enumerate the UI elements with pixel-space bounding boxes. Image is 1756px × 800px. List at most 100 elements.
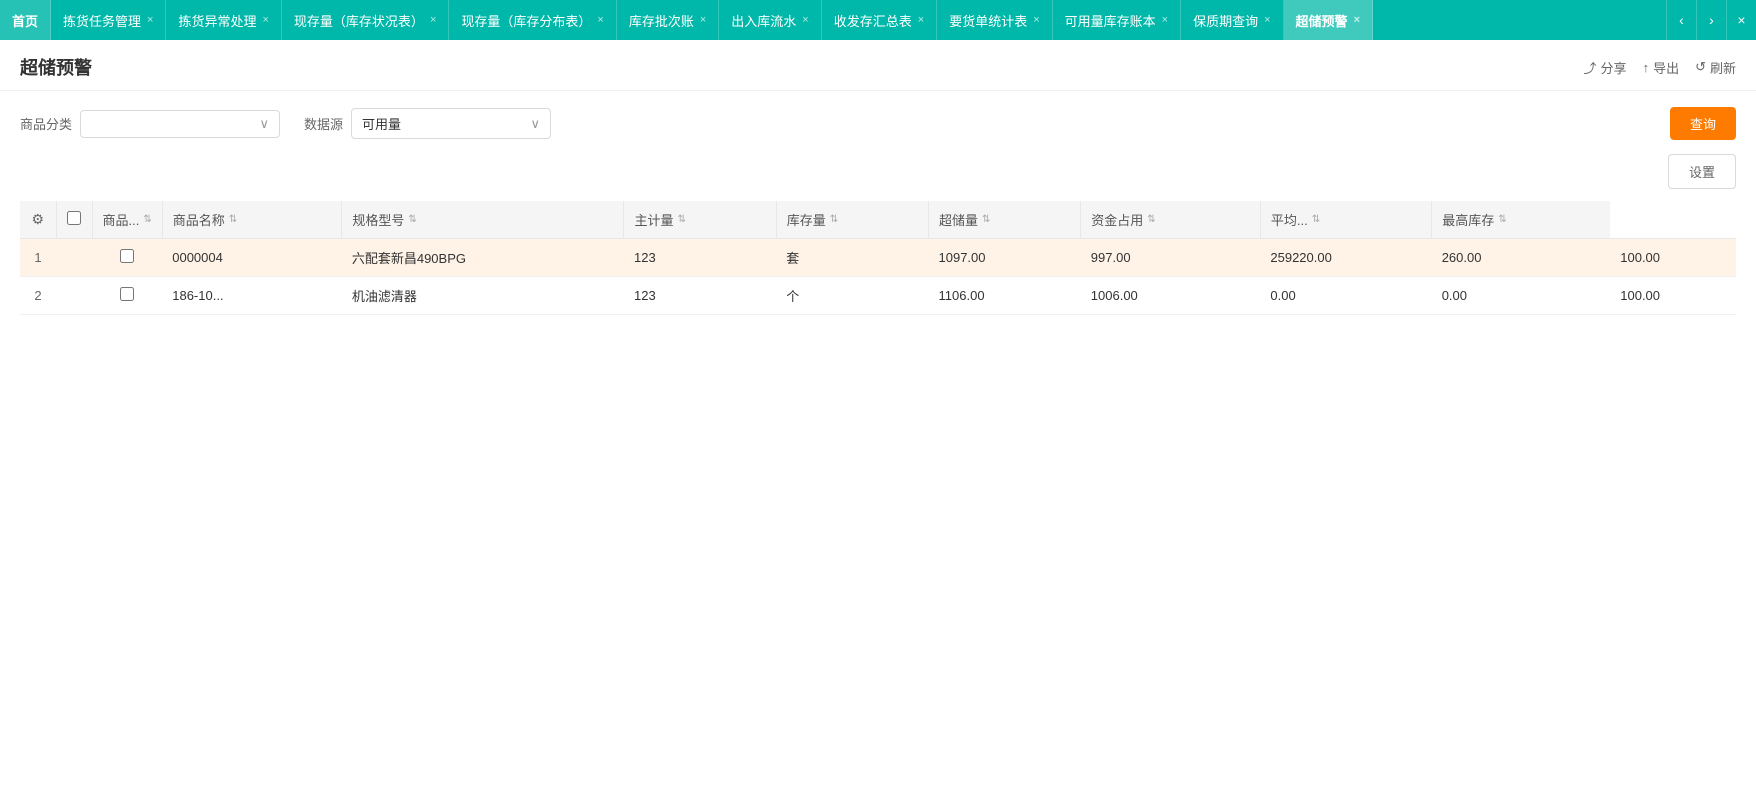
row-unit: 套	[776, 239, 928, 277]
sort-icon-overstock: ⇅	[982, 214, 990, 225]
sort-icon-avg: ⇅	[1312, 214, 1320, 225]
th-unit-label: 主计量	[634, 210, 673, 229]
row-stock: 1106.00	[929, 277, 1081, 315]
th-unit[interactable]: 主计量 ⇅	[624, 201, 776, 239]
sort-product-code[interactable]: 商品... ⇅	[103, 210, 152, 229]
gear-icon[interactable]: ⚙	[31, 211, 44, 227]
sort-icon-spec: ⇅	[408, 214, 416, 225]
nav-item-10[interactable]: 超储预警 ×	[1284, 0, 1373, 40]
sort-product-name[interactable]: 商品名称 ⇅	[173, 210, 237, 229]
settings-button[interactable]: 设置	[1668, 154, 1736, 189]
th-avg[interactable]: 平均... ⇅	[1260, 201, 1431, 239]
share-button[interactable]: ⤴ 分享	[1584, 58, 1627, 77]
export-button[interactable]: ↑ 导出	[1643, 58, 1680, 77]
nav-item-3[interactable]: 现存量（库存分布表） ×	[449, 0, 616, 40]
nav-arrow-close[interactable]: ×	[1726, 0, 1756, 40]
th-stock-label: 库存量	[787, 210, 826, 229]
th-product-name[interactable]: 商品名称 ⇅	[162, 201, 342, 239]
page-title: 超储预警	[20, 54, 92, 80]
nav-home[interactable]: 首页	[0, 0, 51, 40]
row-overstock: 1006.00	[1081, 277, 1261, 315]
nav-bar: 首页 拣货任务管理 × 拣货异常处理 × 现存量（库存状况表） × 现存量（库存…	[0, 0, 1756, 40]
row-unit: 个	[776, 277, 928, 315]
nav-close-0[interactable]: ×	[147, 14, 153, 26]
nav-close-4[interactable]: ×	[700, 14, 706, 26]
datasource-chevron-icon: ∨	[531, 116, 541, 132]
row-product-name: 六配套新昌490BPG	[342, 239, 624, 277]
th-spec[interactable]: 规格型号 ⇅	[342, 201, 624, 239]
sort-avg[interactable]: 平均... ⇅	[1271, 210, 1320, 229]
th-gear: ⚙	[20, 201, 56, 239]
nav-arrow-right[interactable]: ›	[1696, 0, 1726, 40]
nav-item-6[interactable]: 收发存汇总表 ×	[822, 0, 937, 40]
sort-overstock[interactable]: 超储量 ⇅	[939, 210, 990, 229]
table-row: 2 186-10... 机油滤清器 123 个 1106.00 1006.00 …	[20, 277, 1736, 315]
nav-item-label-9: 保质期查询	[1193, 11, 1258, 30]
share-icon: ⤴	[1584, 58, 1597, 77]
row-stock: 1097.00	[929, 239, 1081, 277]
nav-item-7[interactable]: 要货单统计表 ×	[937, 0, 1052, 40]
table-container: ⚙ 商品... ⇅ 商品名称 ⇅	[0, 201, 1756, 315]
sort-icon-product-name: ⇅	[229, 214, 237, 225]
export-icon: ↑	[1643, 60, 1650, 75]
row-spec: 123	[624, 277, 776, 315]
nav-item-8[interactable]: 可用量库存账本 ×	[1053, 0, 1181, 40]
nav-close-8[interactable]: ×	[1162, 14, 1168, 26]
nav-item-1[interactable]: 拣货异常处理 ×	[166, 0, 281, 40]
row-checkbox-cell	[92, 277, 162, 315]
row-gear-cell	[56, 239, 92, 277]
nav-close-7[interactable]: ×	[1033, 14, 1039, 26]
sort-max-stock[interactable]: 最高库存 ⇅	[1442, 210, 1506, 229]
nav-close-5[interactable]: ×	[802, 14, 808, 26]
nav-item-0[interactable]: 拣货任务管理 ×	[51, 0, 166, 40]
row-checkbox-0[interactable]	[120, 249, 134, 263]
page-content: 超储预警 ⤴ 分享 ↑ 导出 ↺ 刷新 商品分类 ∨ 数据源	[0, 40, 1756, 800]
sort-stock[interactable]: 库存量 ⇅	[787, 210, 838, 229]
th-product-code-label: 商品...	[103, 210, 140, 229]
th-max-stock[interactable]: 最高库存 ⇅	[1432, 201, 1611, 239]
nav-item-4[interactable]: 库存批次账 ×	[617, 0, 719, 40]
th-capital-label: 资金占用	[1091, 210, 1143, 229]
row-avg: 260.00	[1432, 239, 1611, 277]
nav-close-3[interactable]: ×	[597, 14, 603, 26]
row-avg: 0.00	[1432, 277, 1611, 315]
sort-spec[interactable]: 规格型号 ⇅	[352, 210, 416, 229]
nav-item-label-10: 超储预警	[1296, 11, 1348, 30]
nav-item-5[interactable]: 出入库流水 ×	[719, 0, 821, 40]
nav-close-9[interactable]: ×	[1264, 14, 1270, 26]
refresh-label: 刷新	[1710, 58, 1736, 77]
nav-item-9[interactable]: 保质期查询 ×	[1181, 0, 1283, 40]
select-all-checkbox[interactable]	[67, 211, 81, 225]
sort-unit[interactable]: 主计量 ⇅	[634, 210, 685, 229]
category-label: 商品分类	[20, 114, 72, 133]
row-capital: 0.00	[1260, 277, 1431, 315]
nav-item-2[interactable]: 现存量（库存状况表） ×	[282, 0, 449, 40]
nav-close-1[interactable]: ×	[262, 14, 268, 26]
nav-close-6[interactable]: ×	[918, 14, 924, 26]
query-button[interactable]: 查询	[1670, 107, 1736, 140]
row-checkbox-cell	[92, 239, 162, 277]
datasource-select[interactable]: 可用量 ∨	[351, 108, 551, 139]
row-index: 1	[20, 239, 56, 277]
nav-item-label-3: 现存量（库存分布表）	[461, 11, 591, 30]
row-checkbox-1[interactable]	[120, 287, 134, 301]
nav-arrows: ‹ › ×	[1666, 0, 1756, 40]
th-capital[interactable]: 资金占用 ⇅	[1081, 201, 1261, 239]
page-header: 超储预警 ⤴ 分享 ↑ 导出 ↺ 刷新	[0, 40, 1756, 91]
nav-close-10[interactable]: ×	[1354, 14, 1360, 26]
share-label: 分享	[1601, 58, 1627, 77]
category-select[interactable]: ∨	[80, 110, 280, 138]
th-product-code[interactable]: 商品... ⇅	[92, 201, 162, 239]
nav-arrow-left[interactable]: ‹	[1666, 0, 1696, 40]
datasource-label: 数据源	[304, 114, 343, 133]
sort-capital[interactable]: 资金占用 ⇅	[1091, 210, 1155, 229]
header-actions: ⤴ 分享 ↑ 导出 ↺ 刷新	[1584, 58, 1736, 77]
th-overstock[interactable]: 超储量 ⇅	[929, 201, 1081, 239]
datasource-select-value: 可用量	[362, 114, 401, 133]
refresh-button[interactable]: ↺ 刷新	[1695, 58, 1736, 77]
refresh-icon: ↺	[1695, 59, 1706, 75]
th-stock[interactable]: 库存量 ⇅	[776, 201, 928, 239]
table-header-row: ⚙ 商品... ⇅ 商品名称 ⇅	[20, 201, 1736, 239]
row-capital: 259220.00	[1260, 239, 1431, 277]
nav-close-2[interactable]: ×	[430, 14, 436, 26]
